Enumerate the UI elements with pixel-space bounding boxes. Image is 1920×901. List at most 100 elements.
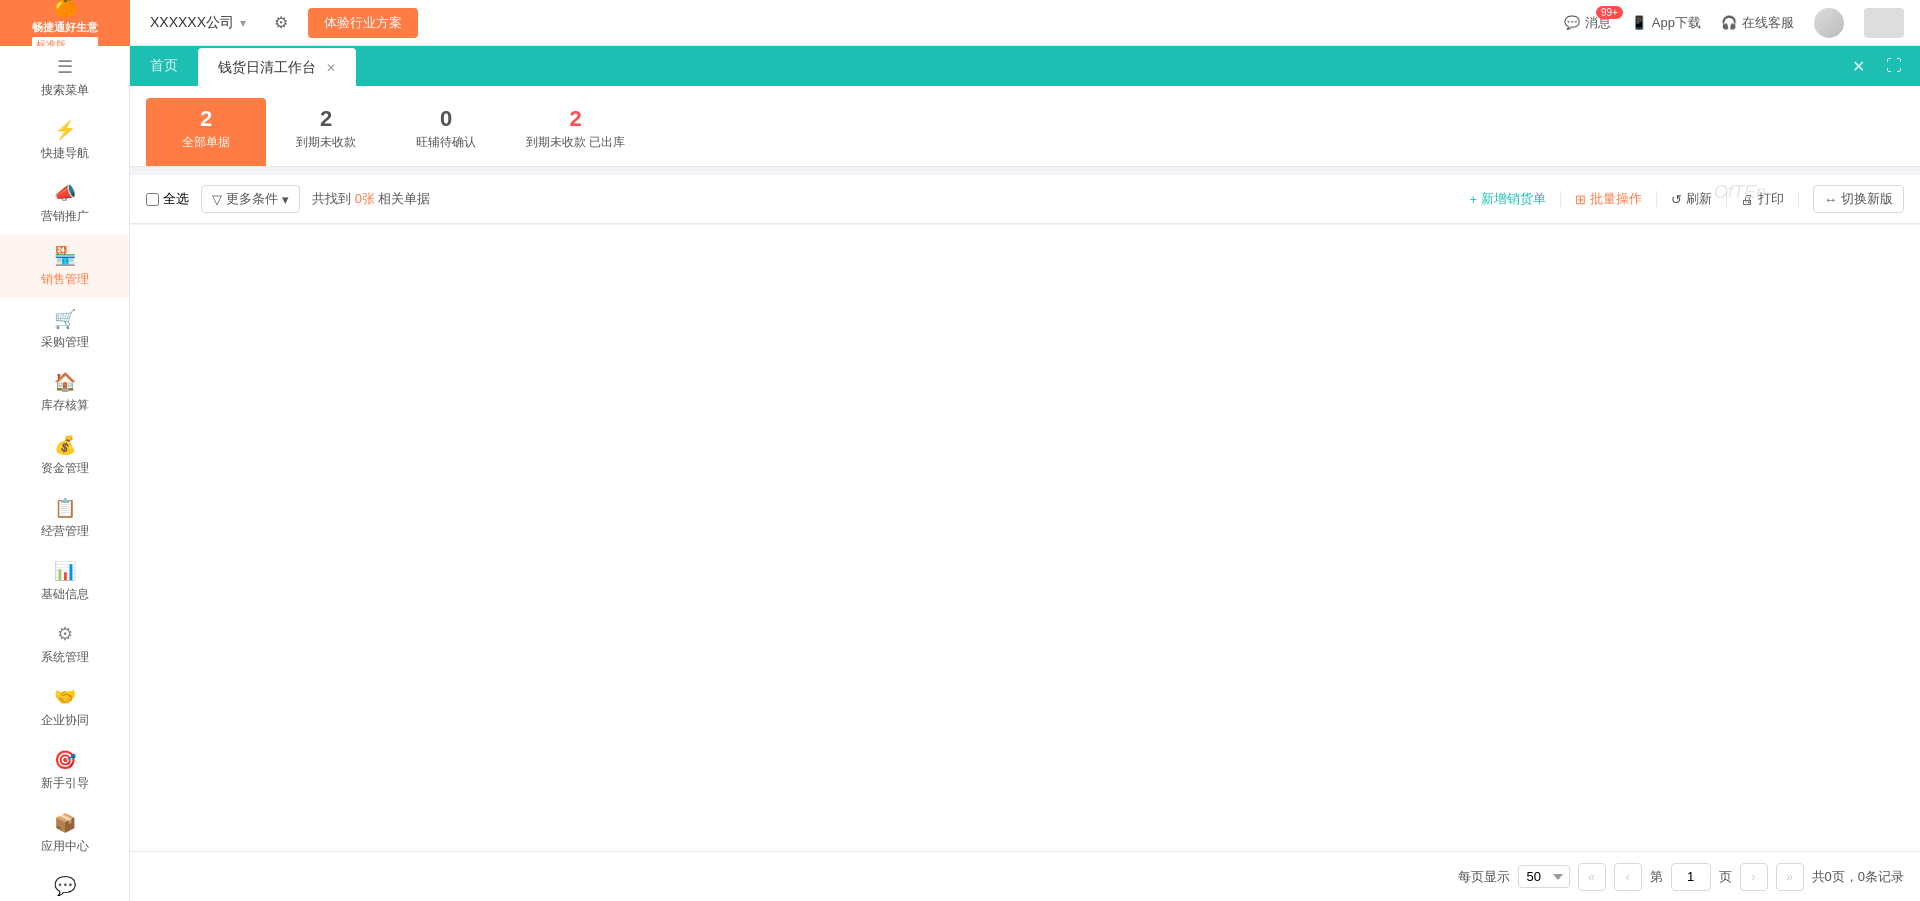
first-page-button[interactable]: « (1578, 863, 1606, 891)
print-button[interactable]: 🖨 打印 (1741, 190, 1784, 208)
add-sales-order-button[interactable]: + 新增销货单 (1469, 190, 1546, 208)
switch-icon: ↔ (1824, 192, 1837, 207)
top-header: 🍊 畅捷通好生意 标准版 XXXXXX公司 ▾ ⚙ 体验行业方案 💬 消息 99… (0, 0, 1920, 46)
stat-label-overdue-unpaid: 到期未收款 (286, 134, 366, 151)
chevron-filter-icon: ▾ (282, 192, 289, 207)
tab-home-label: 首页 (150, 57, 178, 75)
sidebar-label-inventory: 库存核算 (41, 397, 89, 414)
stat-num-overdue-out: 2 (526, 106, 625, 132)
sidebar-item-inventory[interactable]: 🏠 库存核算 (0, 361, 129, 424)
user-menu[interactable] (1864, 8, 1904, 38)
count-num: 0张 (355, 191, 375, 206)
stat-tab-all[interactable]: 2 全部单据 (146, 98, 266, 166)
batch-op-label: 批量操作 (1590, 190, 1642, 208)
tab-expand-button[interactable]: ⛶ (1880, 52, 1908, 80)
sidebar-item-new-guide[interactable]: 🎯 新手引导 (0, 739, 129, 802)
tab-close-all-button[interactable]: ✕ (1844, 52, 1872, 80)
print-icon: 🖨 (1741, 192, 1754, 207)
header-right: 💬 消息 99+ 📱 App下载 🎧 在线客服 (1564, 8, 1904, 38)
logo-area: 🍊 畅捷通好生意 标准版 (0, 0, 130, 46)
sidebar-label-quick-nav: 快捷导航 (41, 145, 89, 162)
settings-button[interactable]: ⚙ (266, 8, 296, 38)
sidebar-item-quick-nav[interactable]: ⚡ 快捷导航 (0, 109, 129, 172)
stat-tab-wangwang[interactable]: 0 旺辅待确认 (386, 98, 506, 166)
sidebar-item-enterprise-wechat[interactable]: 💬 企业微信 (0, 865, 129, 901)
sidebar-item-basic-info[interactable]: 📊 基础信息 (0, 550, 129, 613)
company-selector[interactable]: XXXXXX公司 ▾ (142, 10, 254, 36)
new-guide-icon: 🎯 (54, 749, 76, 771)
avatar-image (1814, 8, 1844, 38)
refresh-button[interactable]: ↺ 刷新 (1671, 190, 1712, 208)
prev-page-icon: ‹ (1626, 870, 1630, 884)
company-name: XXXXXX公司 (150, 14, 234, 32)
message-button[interactable]: 💬 消息 99+ (1564, 14, 1611, 32)
tab-home[interactable]: 首页 (130, 46, 198, 86)
marketing-icon: 📣 (54, 182, 76, 204)
sidebar-label-basic-info: 基础信息 (41, 586, 89, 603)
prev-page-button[interactable]: ‹ (1614, 863, 1642, 891)
page-input[interactable] (1671, 863, 1711, 891)
count-suffix: 相关单据 (378, 191, 430, 206)
avatar[interactable] (1814, 8, 1844, 38)
per-page-label: 每页显示 (1458, 868, 1510, 886)
stat-label-wangwang: 旺辅待确认 (406, 134, 486, 151)
refresh-icon: ↺ (1671, 192, 1682, 207)
trial-button[interactable]: 体验行业方案 (308, 8, 418, 38)
batch-icon: ⊞ (1575, 192, 1586, 207)
sidebar-item-marketing[interactable]: 📣 营销推广 (0, 172, 129, 235)
stat-num-overdue-unpaid: 2 (286, 106, 366, 132)
message-badge: 99+ (1596, 6, 1623, 19)
logo-title: 🍊 畅捷通好生意 (32, 0, 98, 35)
switch-version-button[interactable]: ↔ 切换新版 (1813, 185, 1904, 213)
last-page-button[interactable]: » (1776, 863, 1804, 891)
quick-nav-icon: ⚡ (54, 119, 76, 141)
sidebar-label-marketing: 营销推广 (41, 208, 89, 225)
online-service-button[interactable]: 🎧 在线客服 (1721, 14, 1794, 32)
basic-info-icon: 📊 (54, 560, 76, 582)
app-title: 畅捷通好生意 (32, 21, 98, 33)
enterprise-wechat-icon: 💬 (54, 875, 76, 897)
table-area (130, 225, 1920, 851)
select-all-label: 全选 (163, 190, 189, 208)
refresh-label: 刷新 (1686, 190, 1712, 208)
tab-workbench[interactable]: 钱货日清工作台 ✕ (198, 48, 356, 88)
sidebar-item-enterprise-coop[interactable]: 🤝 企业协同 (0, 676, 129, 739)
select-all-checkbox[interactable]: 全选 (146, 190, 189, 208)
toolbar: 全选 ▽ 更多条件 ▾ 共找到 0张 相关单据 + 新增销货单 (130, 175, 1920, 224)
chevron-down-icon: ▾ (240, 16, 246, 30)
toolbar-left: 全选 ▽ 更多条件 ▾ 共找到 0张 相关单据 (146, 185, 430, 213)
print-label: 打印 (1758, 190, 1784, 208)
sidebar-label-finance: 资金管理 (41, 460, 89, 477)
page-suffix: 页 (1719, 868, 1732, 886)
separator-1 (1560, 191, 1561, 207)
headset-icon: 🎧 (1721, 15, 1737, 30)
stat-num-all: 2 (166, 106, 246, 132)
tab-workbench-label: 钱货日清工作台 (218, 59, 316, 77)
filter-button[interactable]: ▽ 更多条件 ▾ (201, 185, 300, 213)
sidebar-item-finance[interactable]: 💰 资金管理 (0, 424, 129, 487)
separator-3 (1726, 191, 1727, 207)
stat-tab-overdue-unpaid[interactable]: 2 到期未收款 (266, 98, 386, 166)
sidebar-item-operations[interactable]: 📋 经营管理 (0, 487, 129, 550)
per-page-select[interactable]: 50 100 200 (1518, 865, 1570, 888)
stat-tab-overdue-out[interactable]: 2 到期未收款 已出库 (506, 98, 645, 166)
sidebar-item-sales[interactable]: 🏪 销售管理 (0, 235, 129, 298)
select-all-input[interactable] (146, 193, 159, 206)
separator-4 (1798, 191, 1799, 207)
count-prefix: 共找到 (312, 191, 351, 206)
sidebar-item-purchase[interactable]: 🛒 采购管理 (0, 298, 129, 361)
next-page-button[interactable]: › (1740, 863, 1768, 891)
batch-operation-button[interactable]: ⊞ 批量操作 (1575, 190, 1642, 208)
tab-close-icon[interactable]: ✕ (326, 61, 336, 75)
count-text: 共找到 0张 相关单据 (312, 190, 430, 208)
content-area: 2 全部单据 2 到期未收款 0 旺辅待确认 2 到期未收款 已出库 (130, 86, 1920, 901)
filter-icon: ▽ (212, 192, 222, 207)
sidebar-item-system[interactable]: ⚙ 系统管理 (0, 613, 129, 676)
sidebar-item-search-menu[interactable]: ☰ 搜索菜单 (0, 46, 129, 109)
sidebar-item-app-center[interactable]: 📦 应用中心 (0, 802, 129, 865)
search-menu-icon: ☰ (57, 56, 73, 78)
main-layout: ☰ 搜索菜单 ⚡ 快捷导航 📣 营销推广 🏪 销售管理 🛒 采购管理 🏠 库存核… (0, 46, 1920, 901)
inventory-icon: 🏠 (54, 371, 76, 393)
stat-label-overdue-out: 到期未收款 已出库 (526, 134, 625, 151)
app-download-button[interactable]: 📱 App下载 (1631, 14, 1701, 32)
